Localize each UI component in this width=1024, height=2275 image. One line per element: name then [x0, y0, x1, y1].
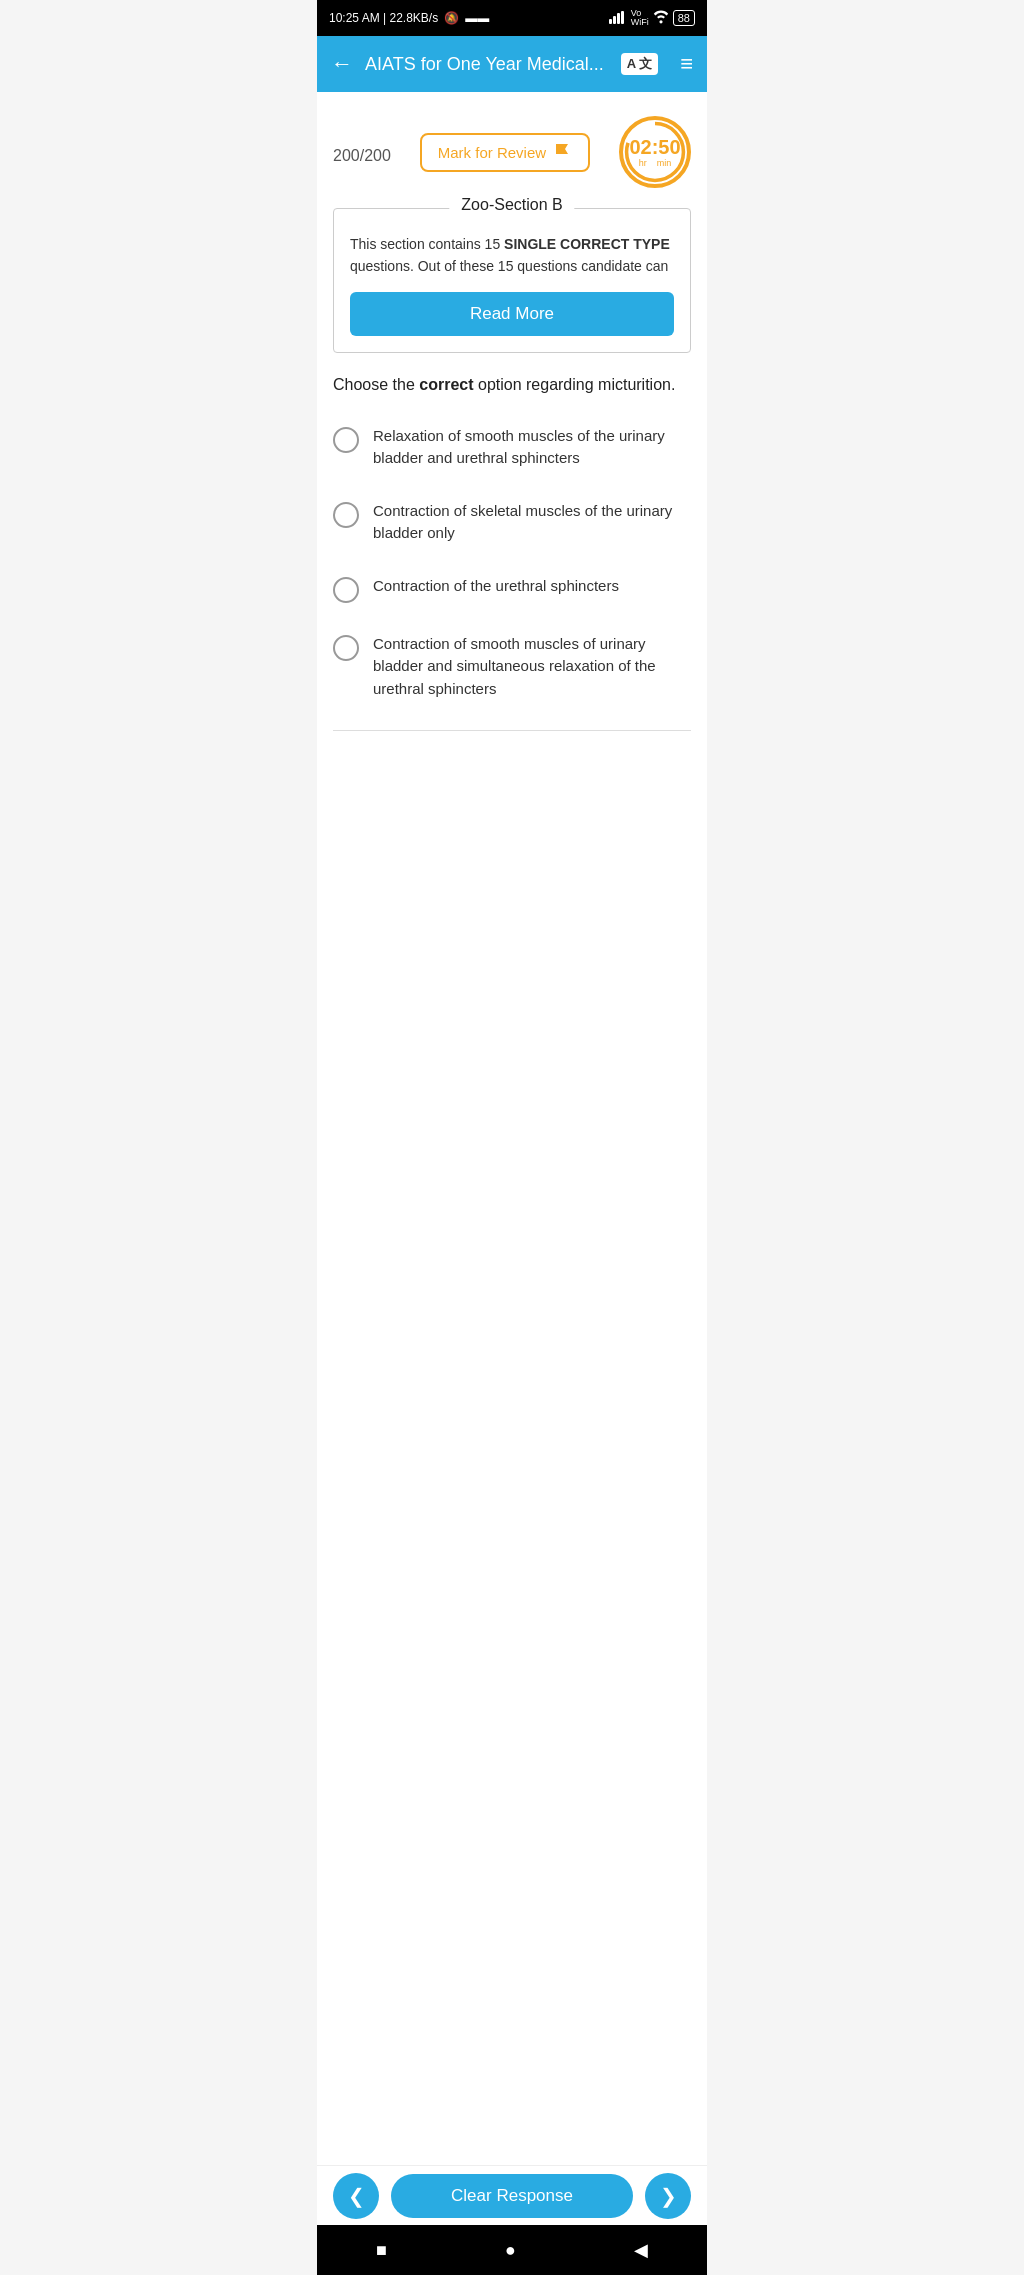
radio-a[interactable] — [333, 427, 359, 453]
option-a[interactable]: Relaxation of smooth muscles of the urin… — [333, 425, 691, 470]
options-list: Relaxation of smooth muscles of the urin… — [333, 425, 691, 701]
language-toggle[interactable]: A 文 — [621, 53, 659, 75]
svg-point-4 — [627, 124, 684, 181]
svg-rect-2 — [617, 13, 620, 24]
question-text: Choose the correct option regarding mict… — [333, 373, 691, 397]
current-question-number: 200/200 — [333, 136, 391, 167]
option-d[interactable]: Contraction of smooth muscles of urinary… — [333, 633, 691, 701]
wifi-icon — [653, 10, 669, 26]
next-button[interactable]: ❯ — [645, 2173, 691, 2219]
main-content: 200/200 Mark for Review 02:50 hr min — [317, 92, 707, 2165]
vo-wifi-label: VoWiFi — [631, 9, 649, 27]
mark-for-review-button[interactable]: Mark for Review — [420, 133, 590, 172]
svg-rect-1 — [613, 16, 616, 24]
question-header-row: 200/200 Mark for Review 02:50 hr min — [333, 116, 691, 188]
status-right: VoWiFi 88 — [609, 9, 695, 27]
android-square-button[interactable]: ■ — [376, 2240, 387, 2261]
prev-icon: ❮ — [348, 2184, 365, 2208]
bottom-divider — [333, 730, 691, 731]
previous-button[interactable]: ❮ — [333, 2173, 379, 2219]
status-left: 10:25 AM | 22.8KB/s 🔕 ▬▬ — [329, 11, 489, 25]
mute-icon: 🔕 — [444, 11, 459, 25]
svg-rect-3 — [621, 11, 624, 24]
clear-response-button[interactable]: Clear Response — [391, 2174, 633, 2218]
option-c[interactable]: Contraction of the urethral sphincters — [333, 575, 691, 603]
question-number-display: 200/200 — [333, 136, 391, 168]
read-more-button[interactable]: Read More — [350, 292, 674, 336]
next-icon: ❯ — [660, 2184, 677, 2208]
status-time: 10:25 AM | 22.8KB/s — [329, 11, 438, 25]
mark-review-label: Mark for Review — [438, 144, 546, 161]
signal-icon — [609, 10, 627, 26]
radio-c[interactable] — [333, 577, 359, 603]
menu-button[interactable]: ≡ — [680, 51, 693, 77]
back-button[interactable]: ← — [331, 51, 353, 77]
radio-d[interactable] — [333, 635, 359, 661]
android-back-button[interactable]: ◀ — [634, 2239, 648, 2261]
option-d-text: Contraction of smooth muscles of urinary… — [373, 633, 691, 701]
timer-display: 02:50 hr min — [619, 116, 691, 188]
app-header: ← AIATS for One Year Medical... A 文 ≡ — [317, 36, 707, 92]
bottom-navigation-bar: ❮ Clear Response ❯ — [317, 2165, 707, 2225]
radio-b[interactable] — [333, 502, 359, 528]
flag-icon — [554, 143, 572, 162]
option-c-text: Contraction of the urethral sphincters — [373, 575, 619, 598]
message-icon: ▬▬ — [465, 11, 489, 25]
svg-rect-0 — [609, 19, 612, 24]
section-description: This section contains 15 SINGLE CORRECT … — [350, 233, 674, 278]
option-b[interactable]: Contraction of skeletal muscles of the u… — [333, 500, 691, 545]
android-nav-bar: ■ ● ◀ — [317, 2225, 707, 2275]
section-title: Zoo-Section B — [449, 196, 574, 214]
option-b-text: Contraction of skeletal muscles of the u… — [373, 500, 691, 545]
section-info-box: Zoo-Section B This section contains 15 S… — [333, 208, 691, 353]
header-title: AIATS for One Year Medical... — [365, 54, 609, 75]
android-home-button[interactable]: ● — [505, 2240, 516, 2261]
status-bar: 10:25 AM | 22.8KB/s 🔕 ▬▬ VoWiFi 88 — [317, 0, 707, 36]
battery-icon: 88 — [673, 10, 695, 26]
option-a-text: Relaxation of smooth muscles of the urin… — [373, 425, 691, 470]
